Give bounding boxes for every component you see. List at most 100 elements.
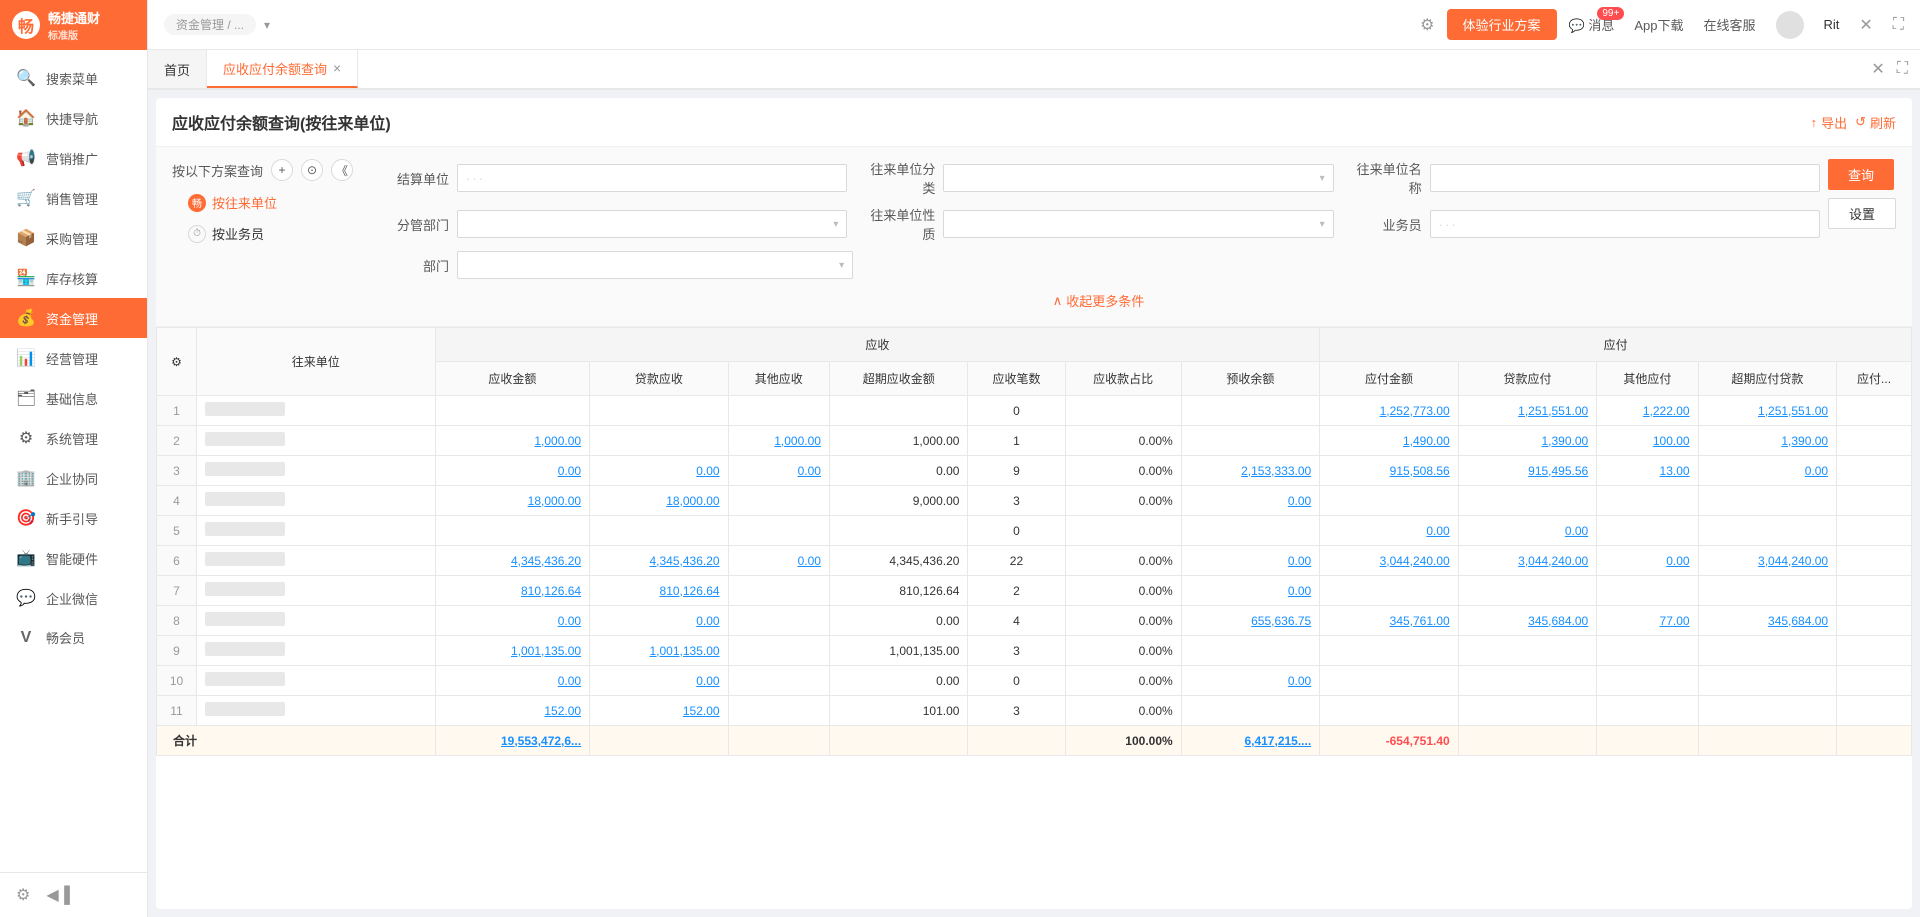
sidebar-item-sales[interactable]: 🛒 销售管理 <box>0 178 147 218</box>
sidebar-settings-icon[interactable]: ⚙ <box>16 885 30 905</box>
filter-settings-button[interactable]: ⊙ <box>301 159 323 181</box>
sidebar-item-cooperation[interactable]: 🏢 企业协同 <box>0 458 147 498</box>
ar-other-2[interactable]: 1,000.00 <box>728 426 829 456</box>
trial-button[interactable]: 体验行业方案 <box>1447 9 1557 40</box>
breadcrumb-chevron-icon[interactable]: ▾ <box>264 18 270 32</box>
ap-loan-5[interactable]: 0.00 <box>1458 516 1597 546</box>
sidebar-item-operations[interactable]: 📊 经营管理 <box>0 338 147 378</box>
sidebar-collapse-icon[interactable]: ◀▐ <box>46 885 70 905</box>
ap-amount-8[interactable]: 345,761.00 <box>1320 606 1459 636</box>
ap-loan-6[interactable]: 3,044,240.00 <box>1458 546 1597 576</box>
ap-other-6[interactable]: 0.00 <box>1597 546 1698 576</box>
sidebar-item-basic-info[interactable]: 🗂 基础信息 <box>0 378 147 418</box>
ap-other-8[interactable]: 77.00 <box>1597 606 1698 636</box>
filter-input-partner-nature[interactable]: ▾ <box>943 210 1333 238</box>
ap-amount-7 <box>1320 576 1459 606</box>
ap-amount-6[interactable]: 3,044,240.00 <box>1320 546 1459 576</box>
total-ar-prepay[interactable]: 6,417,215.... <box>1181 726 1320 756</box>
ap-other-2[interactable]: 100.00 <box>1597 426 1698 456</box>
ar-amount-9[interactable]: 1,001,135.00 <box>435 636 589 666</box>
tab-balance-query[interactable]: 应收应付余额查询 × <box>207 50 358 88</box>
ar-loan-10[interactable]: 0.00 <box>590 666 729 696</box>
ar-loan-9[interactable]: 1,001,135.00 <box>590 636 729 666</box>
ap-amount-1[interactable]: 1,252,773.00 <box>1320 396 1459 426</box>
sidebar-item-hardware[interactable]: 📺 智能硬件 <box>0 538 147 578</box>
fullscreen-button[interactable]: ⛶ <box>1893 16 1904 34</box>
ap-amount-5[interactable]: 0.00 <box>1320 516 1459 546</box>
ar-other-3[interactable]: 0.00 <box>728 456 829 486</box>
ar-prepay-3[interactable]: 2,153,333.00 <box>1181 456 1320 486</box>
filter-collapse-left-button[interactable]: 《 <box>331 159 353 181</box>
ap-loan-3[interactable]: 915,495.56 <box>1458 456 1597 486</box>
ap-overdue-1[interactable]: 1,251,551.00 <box>1698 396 1837 426</box>
total-ar-amount[interactable]: 19,553,472,6... <box>435 726 589 756</box>
ar-prepay-4[interactable]: 0.00 <box>1181 486 1320 516</box>
tab-fullscreen-action[interactable]: ⛶ <box>1897 60 1908 78</box>
topbar-gear-icon[interactable]: ⚙ <box>1420 15 1434 35</box>
filter-input-settlement[interactable]: ··· <box>457 164 847 192</box>
message-badge-container[interactable]: 💬 消息 99+ <box>1569 15 1615 34</box>
close-button[interactable]: ✕ <box>1859 15 1872 35</box>
ar-amount-3[interactable]: 0.00 <box>435 456 589 486</box>
sidebar-item-system[interactable]: ⚙ 系统管理 <box>0 418 147 458</box>
ap-amount-3[interactable]: 915,508.56 <box>1320 456 1459 486</box>
filter-collapse-button[interactable]: ∧ 收起更多条件 <box>377 287 1820 314</box>
ar-amount-6[interactable]: 4,345,436.20 <box>435 546 589 576</box>
query-button[interactable]: 查询 <box>1828 159 1894 190</box>
ar-amount-10[interactable]: 0.00 <box>435 666 589 696</box>
export-button[interactable]: ↑ 导出 <box>1811 113 1848 132</box>
filter-input-department[interactable]: ▾ <box>457 251 853 279</box>
scheme-by-partner[interactable]: 畅 按往来单位 <box>180 189 353 216</box>
filter-input-dept[interactable]: ▾ <box>457 210 847 238</box>
ar-prepay-6[interactable]: 0.00 <box>1181 546 1320 576</box>
ar-loan-3[interactable]: 0.00 <box>590 456 729 486</box>
ar-prepay-8[interactable]: 655,636.75 <box>1181 606 1320 636</box>
ap-loan-2[interactable]: 1,390.00 <box>1458 426 1597 456</box>
filter-input-partner-category[interactable]: ▾ <box>943 164 1333 192</box>
tab-close-icon[interactable]: × <box>333 60 341 76</box>
ap-loan-8[interactable]: 345,684.00 <box>1458 606 1597 636</box>
ar-prepay-10[interactable]: 0.00 <box>1181 666 1320 696</box>
ap-overdue-2[interactable]: 1,390.00 <box>1698 426 1837 456</box>
ar-other-6[interactable]: 0.00 <box>728 546 829 576</box>
tab-close-action[interactable]: ✕ <box>1871 59 1884 79</box>
ar-loan-7[interactable]: 810,126.64 <box>590 576 729 606</box>
filter-input-partner-name[interactable] <box>1430 164 1820 192</box>
ar-loan-4[interactable]: 18,000.00 <box>590 486 729 516</box>
tab-home[interactable]: 首页 <box>148 50 207 88</box>
scheme-by-salesperson[interactable]: ⏱ 按业务员 <box>180 220 353 247</box>
ar-amount-8[interactable]: 0.00 <box>435 606 589 636</box>
ap-other-1[interactable]: 1,222.00 <box>1597 396 1698 426</box>
ar-amount-4[interactable]: 18,000.00 <box>435 486 589 516</box>
app-download-link[interactable]: App下载 <box>1634 15 1683 34</box>
sidebar-item-finance[interactable]: 💰 资金管理 <box>0 298 147 338</box>
sidebar-item-marketing[interactable]: 📢 营销推广 <box>0 138 147 178</box>
sidebar-item-quick-nav[interactable]: 🏠 快捷导航 <box>0 98 147 138</box>
refresh-button[interactable]: ↺ 刷新 <box>1855 113 1896 132</box>
add-filter-button[interactable]: + <box>271 159 293 181</box>
ar-loan-11[interactable]: 152.00 <box>590 696 729 726</box>
table-settings-header[interactable]: ⚙ <box>157 328 197 396</box>
ap-other-3[interactable]: 13.00 <box>1597 456 1698 486</box>
ar-amount-2[interactable]: 1,000.00 <box>435 426 589 456</box>
ap-amount-2[interactable]: 1,490.00 <box>1320 426 1459 456</box>
ar-loan-6[interactable]: 4,345,436.20 <box>590 546 729 576</box>
sidebar-item-member[interactable]: V 畅会员 <box>0 618 147 657</box>
ar-prepay-7[interactable]: 0.00 <box>1181 576 1320 606</box>
sidebar-item-wechat[interactable]: 💬 企业微信 <box>0 578 147 618</box>
sidebar-item-inventory[interactable]: 🏪 库存核算 <box>0 258 147 298</box>
ap-overdue-3[interactable]: 0.00 <box>1698 456 1837 486</box>
sidebar-item-search[interactable]: 🔍 搜索菜单 <box>0 58 147 98</box>
ap-loan-1[interactable]: 1,251,551.00 <box>1458 396 1597 426</box>
sidebar-item-purchase[interactable]: 📦 采购管理 <box>0 218 147 258</box>
filter-input-salesperson[interactable]: ··· <box>1430 210 1820 238</box>
sidebar-item-guide[interactable]: 🎯 新手引导 <box>0 498 147 538</box>
ar-amount-7[interactable]: 810,126.64 <box>435 576 589 606</box>
ar-amount-11[interactable]: 152.00 <box>435 696 589 726</box>
customer-service-link[interactable]: 在线客服 <box>1703 15 1755 34</box>
col-ar-amount: 应收金额 <box>435 362 589 396</box>
ap-overdue-6[interactable]: 3,044,240.00 <box>1698 546 1837 576</box>
ap-overdue-8[interactable]: 345,684.00 <box>1698 606 1837 636</box>
ar-loan-8[interactable]: 0.00 <box>590 606 729 636</box>
settings-button[interactable]: 设置 <box>1828 198 1896 229</box>
